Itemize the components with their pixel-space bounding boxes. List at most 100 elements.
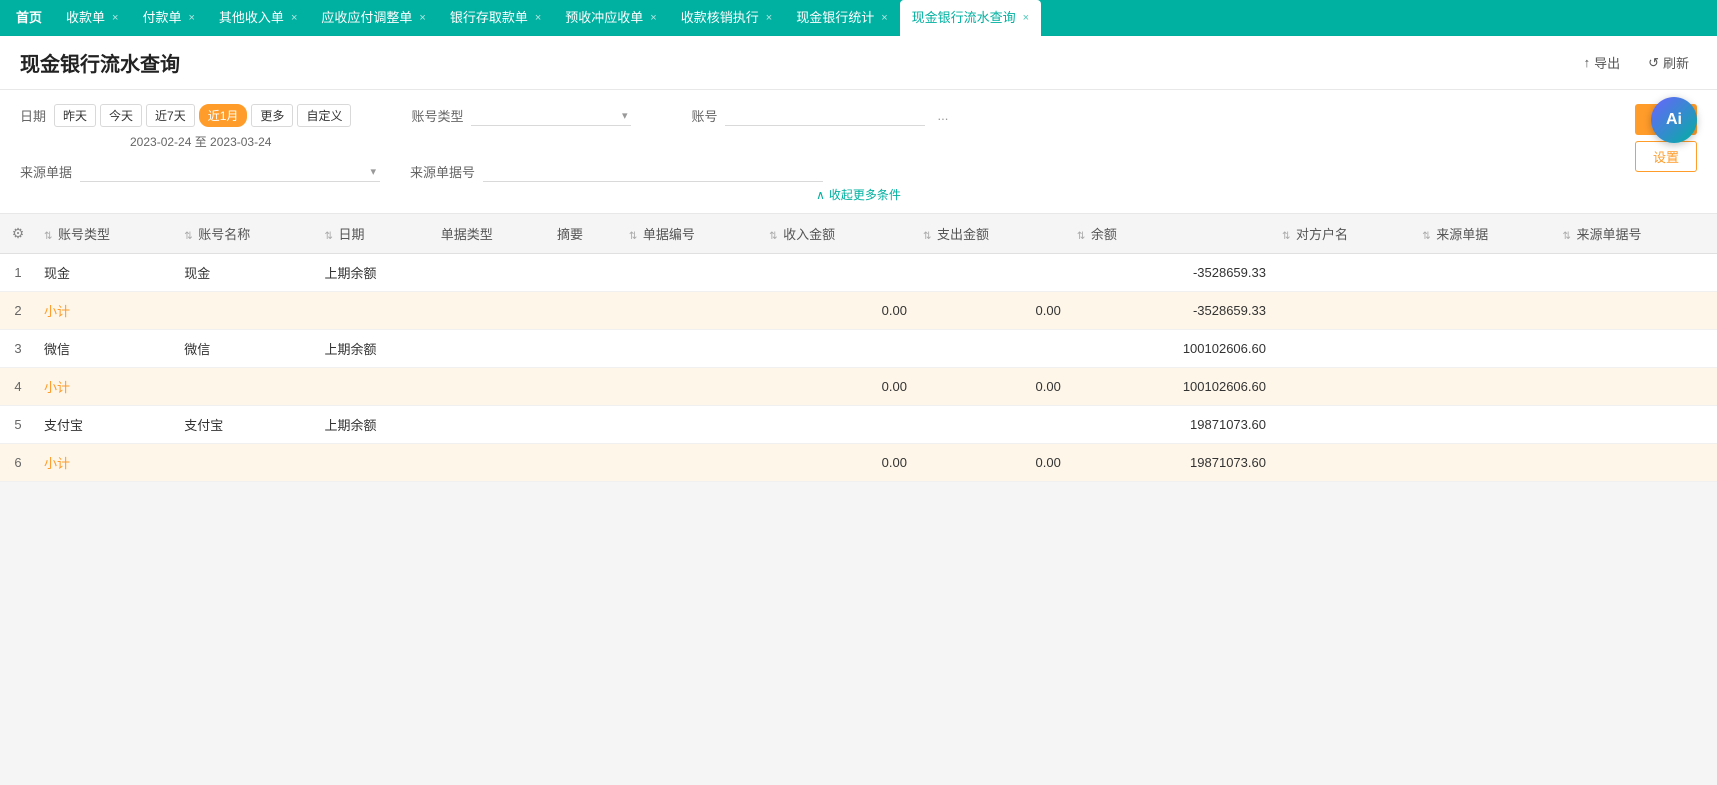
close-icon[interactable]: ×: [1023, 0, 1029, 36]
cell-source-doc-no: [1554, 254, 1717, 292]
cell-account-type: 小计: [36, 444, 176, 482]
sort-icon: ⇅: [923, 231, 931, 242]
source-doc-select[interactable]: [80, 160, 380, 182]
settings-button[interactable]: 设置: [1635, 141, 1697, 172]
date-btn-today[interactable]: 今天: [100, 104, 142, 127]
cell-doc-no: [621, 330, 761, 368]
settings-icon[interactable]: ⚙: [12, 225, 25, 241]
cell-doc-type: [433, 330, 549, 368]
cell-doc-no: [621, 444, 761, 482]
account-type-select[interactable]: [471, 104, 631, 126]
close-icon[interactable]: ×: [112, 0, 118, 36]
table-col-settings: ⚙: [0, 214, 36, 254]
sort-icon: ⇅: [44, 231, 52, 242]
close-icon[interactable]: ×: [291, 0, 297, 36]
close-icon[interactable]: ×: [188, 0, 194, 36]
nav-tab-3[interactable]: 应收应付调整单 ×: [309, 0, 437, 36]
sort-icon: ⇅: [324, 231, 332, 242]
source-doc-group: 来源单据 ▾: [20, 160, 380, 182]
date-btn-more[interactable]: 更多: [251, 104, 293, 127]
cell-summary: [549, 330, 621, 368]
cell-date: [316, 368, 432, 406]
cell-expense: 0.00: [915, 368, 1069, 406]
cell-account-name: [176, 444, 316, 482]
cell-account-name: 微信: [176, 330, 316, 368]
collapse-bar[interactable]: ∧ 收起更多条件: [20, 182, 1697, 203]
close-icon[interactable]: ×: [881, 0, 887, 36]
sort-icon: ⇅: [629, 231, 637, 242]
row-number: 2: [0, 292, 36, 330]
cell-doc-no: [621, 368, 761, 406]
account-no-input[interactable]: [725, 104, 925, 126]
table-col-expense[interactable]: ⇅ 支出金额: [915, 214, 1069, 254]
cell-account-type: 小计: [36, 368, 176, 406]
account-type-filter-group: 账号类型 ▾: [411, 104, 631, 126]
cell-doc-type: [433, 292, 549, 330]
ai-assistant-button[interactable]: Ai: [1651, 97, 1697, 143]
cell-counterpart: [1274, 444, 1414, 482]
nav-tab-6[interactable]: 收款核销执行 ×: [669, 0, 784, 36]
source-doc-no-input[interactable]: [483, 160, 823, 182]
nav-tab-7[interactable]: 现金银行统计 ×: [784, 0, 899, 36]
nav-tab-4[interactable]: 银行存取款单 ×: [438, 0, 553, 36]
date-btn-yesterday[interactable]: 昨天: [54, 104, 96, 127]
source-doc-label: 来源单据: [20, 162, 72, 181]
cell-date: 上期余额: [316, 330, 432, 368]
cell-account-type: 支付宝: [36, 406, 176, 444]
cell-source-doc: [1414, 254, 1554, 292]
top-nav: 首页 收款单 × 付款单 × 其他收入单 × 应收应付调整单 × 银行存取款单 …: [0, 0, 1717, 36]
more-options-button[interactable]: ...: [933, 108, 952, 123]
cell-counterpart: [1274, 254, 1414, 292]
nav-tab-8[interactable]: 现金银行流水查询 ×: [900, 0, 1041, 36]
cell-balance: -3528659.33: [1069, 292, 1274, 330]
table-col-balance[interactable]: ⇅ 余额: [1069, 214, 1274, 254]
table-col-income[interactable]: ⇅ 收入金额: [761, 214, 915, 254]
date-btn-custom[interactable]: 自定义: [297, 104, 351, 127]
close-icon[interactable]: ×: [650, 0, 656, 36]
nav-tab-2[interactable]: 其他收入单 ×: [207, 0, 309, 36]
cell-income: [761, 406, 915, 444]
table-col-account-name[interactable]: ⇅ 账号名称: [176, 214, 316, 254]
cell-source-doc: [1414, 292, 1554, 330]
collapse-icon: ∧: [816, 188, 825, 202]
date-quick-buttons: 昨天 今天 近7天 近1月 更多 自定义: [54, 104, 351, 127]
nav-tab-1[interactable]: 付款单 ×: [130, 0, 206, 36]
table-col-date[interactable]: ⇅ 日期: [316, 214, 432, 254]
date-btn-1month[interactable]: 近1月: [199, 104, 248, 127]
sort-icon: ⇅: [184, 231, 192, 242]
table-col-counterpart[interactable]: ⇅ 对方户名: [1274, 214, 1414, 254]
table-col-source-doc[interactable]: ⇅ 来源单据: [1414, 214, 1554, 254]
table-row: 6 小计 0.00 0.00 19871073.60: [0, 444, 1717, 482]
close-icon[interactable]: ×: [535, 0, 541, 36]
cell-summary: [549, 254, 621, 292]
cell-summary: [549, 444, 621, 482]
nav-tab-0[interactable]: 收款单 ×: [54, 0, 130, 36]
table-row: 1 现金 现金 上期余额 -3528659.33: [0, 254, 1717, 292]
cell-counterpart: [1274, 368, 1414, 406]
table-col-account-type[interactable]: ⇅ 账号类型: [36, 214, 176, 254]
close-icon[interactable]: ×: [766, 0, 772, 36]
nav-tab-5[interactable]: 预收冲应收单 ×: [553, 0, 668, 36]
table-col-source-doc-no[interactable]: ⇅ 来源单据号: [1554, 214, 1717, 254]
cell-date: [316, 444, 432, 482]
cell-date: [316, 292, 432, 330]
cell-doc-no: [621, 254, 761, 292]
cell-source-doc-no: [1554, 292, 1717, 330]
nav-home[interactable]: 首页: [4, 0, 54, 36]
table-col-doc-no[interactable]: ⇅ 单据编号: [621, 214, 761, 254]
cell-summary: [549, 368, 621, 406]
source-doc-filter-row: 来源单据 ▾ 来源单据号: [20, 160, 1625, 182]
date-btn-7days[interactable]: 近7天: [146, 104, 195, 127]
cell-doc-no: [621, 406, 761, 444]
cell-source-doc: [1414, 406, 1554, 444]
cell-source-doc: [1414, 330, 1554, 368]
export-button[interactable]: ↑ 导出: [1576, 49, 1629, 76]
sort-icon: ⇅: [1077, 231, 1085, 242]
cell-account-name: [176, 292, 316, 330]
close-icon[interactable]: ×: [419, 0, 425, 36]
row-number: 3: [0, 330, 36, 368]
refresh-button[interactable]: ↺ 刷新: [1640, 49, 1697, 76]
account-type-select-wrapper: ▾: [471, 104, 631, 126]
account-type-label: 账号类型: [411, 106, 463, 125]
data-table-container: ⚙ ⇅ 账号类型 ⇅ 账号名称 ⇅ 日期 单据类型 摘要: [0, 214, 1717, 482]
